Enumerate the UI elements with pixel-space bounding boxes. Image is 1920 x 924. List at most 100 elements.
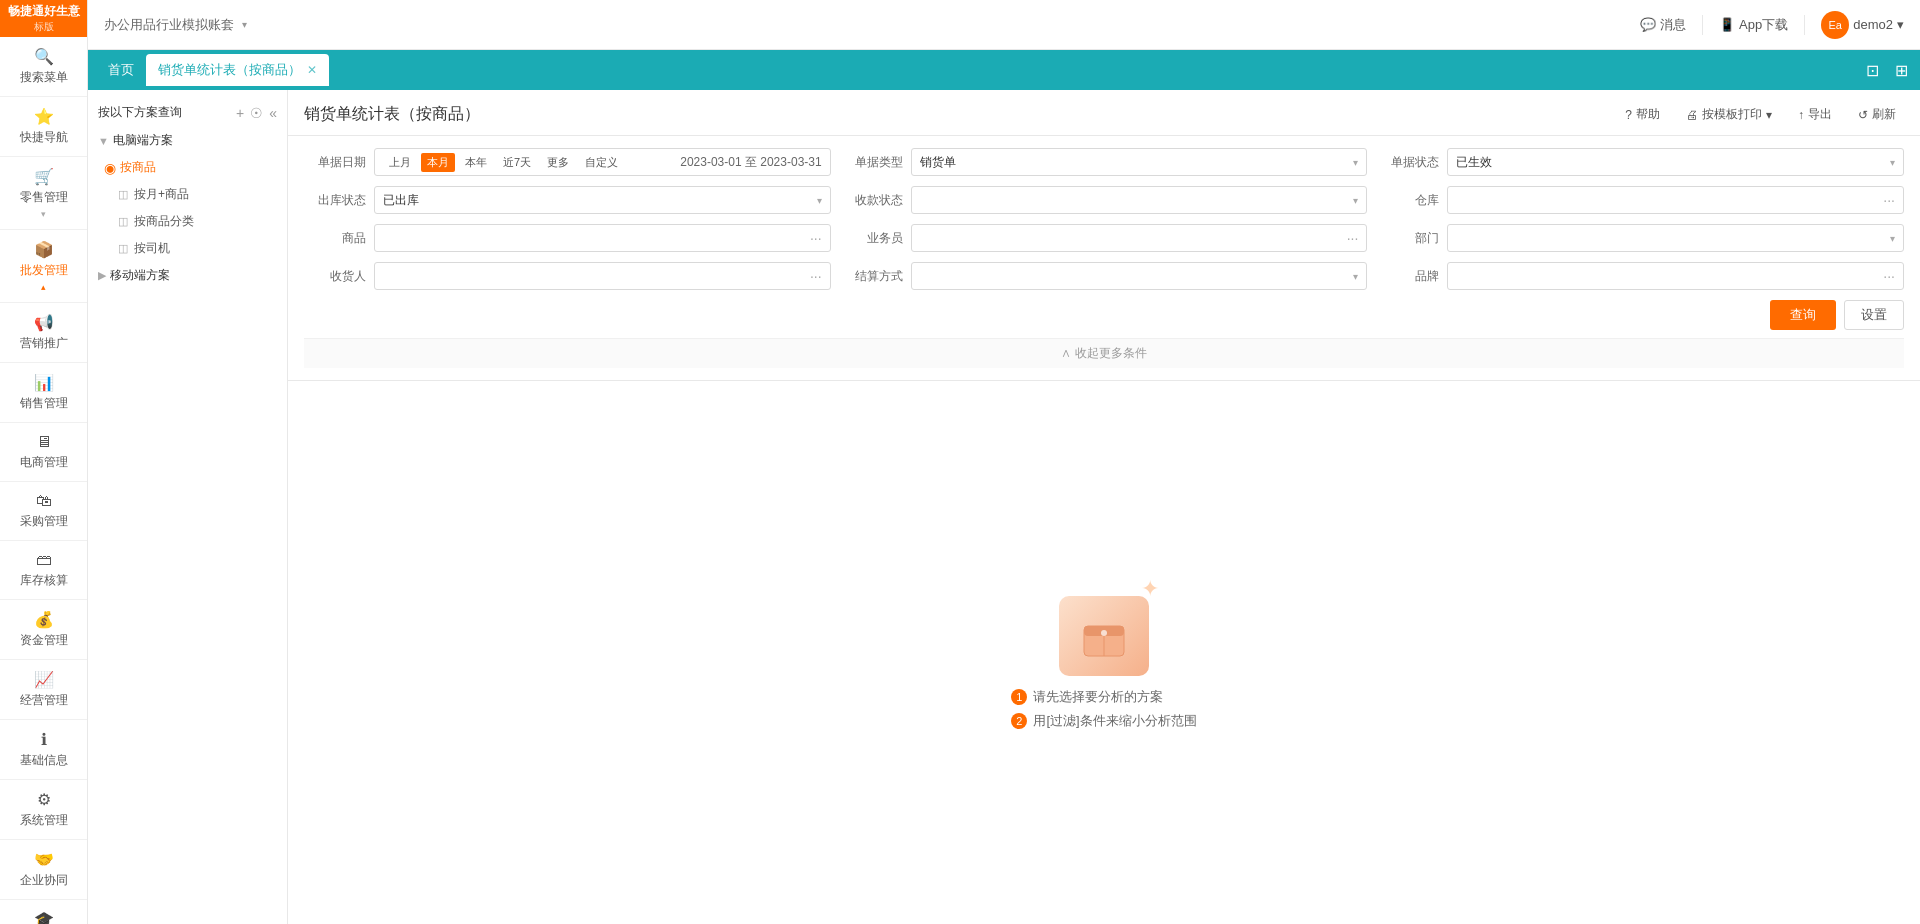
tab-home[interactable]: 首页 [96,54,146,86]
sidebar-item-collab[interactable]: 🤝 企业协同 [0,840,87,900]
panel-collapse-icon[interactable]: « [269,105,277,121]
sidebar-item-wholesale[interactable]: 📦 批发管理 ▴ [0,230,87,303]
docstatus-filter-field[interactable]: 已生效 ▾ [1447,148,1904,176]
empty-tip-1: 1 请先选择要分析的方案 [1011,688,1196,706]
driver-icon: ◫ [118,242,128,255]
query-button[interactable]: 查询 [1770,300,1836,330]
left-panel-header: 按以下方案查询 + ☉ « [88,98,287,127]
refresh-icon: ↺ [1858,108,1868,122]
date-tab-thisyear[interactable]: 本年 [459,153,493,172]
docstatus-value: 已生效 [1456,154,1890,171]
settlement-filter-label: 结算方式 [841,268,911,285]
receiver-dots: ··· [810,268,822,284]
filter-docstatus-item: 单据状态 已生效 ▾ [1377,148,1904,176]
panel-add-icon[interactable]: + [236,105,244,121]
tree-section-mobile[interactable]: ▶ 移动端方案 [88,262,287,289]
search-icon: 🔍 [34,47,54,66]
sidebar-item-label: 系统管理 [20,812,68,829]
date-tab-more[interactable]: 更多 [541,153,575,172]
receipt-filter-field[interactable]: ▾ [911,186,1368,214]
tab-close-icon[interactable]: ✕ [307,63,317,77]
receiver-filter-field[interactable]: ··· [374,262,831,290]
empty-state: ✦ 1 请先选择要分析的方案 2 用[过滤]条件来缩小分析范围 [288,381,1920,924]
tree-item-month-goods[interactable]: ◫ 按月+商品 [88,181,287,208]
goods-dots: ··· [810,230,822,246]
tab-sales-stats[interactable]: 销货单统计表（按商品） ✕ [146,54,329,86]
app-download-btn[interactable]: 📱 App下载 [1719,16,1788,34]
doctype-filter-field[interactable]: 销货单 ▾ [911,148,1368,176]
help-btn[interactable]: ? 帮助 [1617,102,1668,127]
user-avatar-btn[interactable]: Ea demo2 ▾ [1821,11,1904,39]
sales-icon: 📊 [34,373,54,392]
sidebar-item-marketing[interactable]: 📢 营销推广 [0,303,87,363]
sidebar-item-guide[interactable]: 🎓 新手引导 [0,900,87,924]
date-tab-thismonth[interactable]: 本月 [421,153,455,172]
goods-filter-field[interactable]: ··· [374,224,831,252]
panel-title: 按以下方案查询 [98,104,182,121]
tab-minimize-btn[interactable]: ⊡ [1862,57,1883,84]
warehouse-filter-field[interactable]: 已出库 ▾ [374,186,831,214]
warehouse-filter-label: 出库状态 [304,192,374,209]
message-btn[interactable]: 💬 消息 [1640,16,1686,34]
sidebar-item-search[interactable]: 🔍 搜索菜单 [0,37,87,97]
sidebar-item-purchase[interactable]: 🛍 采购管理 [0,482,87,541]
brand-filter-label: 品牌 [1377,268,1447,285]
doctype-value: 销货单 [920,154,1354,171]
settlement-filter-field[interactable]: ▾ [911,262,1368,290]
sidebar-item-finance[interactable]: 💰 资金管理 [0,600,87,660]
filter-date-item: 单据日期 上月 本月 本年 近7天 更多 自定义 2023-03-01 至 20… [304,148,831,176]
finance-icon: 💰 [34,610,54,629]
export-btn[interactable]: ↑ 导出 [1790,102,1840,127]
goods-filter-label: 商品 [304,230,374,247]
radio-icon: ◉ [104,160,116,176]
refresh-btn[interactable]: ↺ 刷新 [1850,102,1904,127]
print-btn[interactable]: 🖨 按模板打印 ▾ [1678,102,1780,127]
storage-filter-field[interactable]: ··· [1447,186,1904,214]
svg-point-3 [1101,630,1107,636]
sidebar-item-ecommerce[interactable]: 🖥 电商管理 [0,423,87,482]
empty-tip-2: 2 用[过滤]条件来缩小分析范围 [1011,712,1196,730]
date-tab-custom[interactable]: 自定义 [579,153,624,172]
tree-item-driver[interactable]: ◫ 按司机 [88,235,287,262]
date-filter-field[interactable]: 上月 本月 本年 近7天 更多 自定义 2023-03-01 至 2023-03… [374,148,831,176]
collab-icon: 🤝 [34,850,54,869]
dept-filter-field[interactable]: ▾ [1447,224,1904,252]
avatar-text: Ea [1829,19,1842,31]
sidebar-item-basic-info[interactable]: ℹ 基础信息 [0,720,87,780]
sidebar-item-label: 经营管理 [20,692,68,709]
date-range-text: 2023-03-01 至 2023-03-31 [680,154,821,171]
operations-icon: 📈 [34,670,54,689]
sidebar-item-operations[interactable]: 📈 经营管理 [0,660,87,720]
settlement-arrow: ▾ [1353,271,1358,282]
docstatus-filter-label: 单据状态 [1377,154,1447,171]
date-tab-lastmonth[interactable]: 上月 [383,153,417,172]
tree-item-by-goods[interactable]: ◉ 按商品 [88,154,287,181]
receipt-arrow: ▾ [1353,195,1358,206]
settings-button[interactable]: 设置 [1844,300,1904,330]
sidebar-item-label: 电商管理 [20,454,68,471]
sidebar: 畅捷通好生意 标版 🔍 搜索菜单 ⭐ 快捷导航 🛒 零售管理 ▾ 📦 批发管理 … [0,0,88,924]
sidebar-item-retail[interactable]: 🛒 零售管理 ▾ [0,157,87,230]
guide-icon: 🎓 [34,910,54,924]
salesperson-filter-field[interactable]: ··· [911,224,1368,252]
sidebar-item-system[interactable]: ⚙ 系统管理 [0,780,87,840]
app-download-label: App下载 [1739,16,1788,34]
brand-filter-field[interactable]: ··· [1447,262,1904,290]
sidebar-item-sales[interactable]: 📊 销售管理 [0,363,87,423]
help-icon: ? [1625,108,1632,122]
sidebar-item-quicknav[interactable]: ⭐ 快捷导航 [0,97,87,157]
collapse-bar[interactable]: ∧ 收起更多条件 [304,338,1904,368]
expand-icon-active: ▴ [41,282,46,292]
main-area: 办公用品行业模拟账套 ▾ 💬 消息 📱 App下载 Ea demo2 ▾ [88,0,1920,924]
date-filter-label: 单据日期 [304,154,374,171]
tab-maximize-btn[interactable]: ⊞ [1891,57,1912,84]
tree-section-pc[interactable]: ▼ 电脑端方案 [88,127,287,154]
panel-edit-icon[interactable]: ☉ [250,105,263,121]
tree-item-goods-category[interactable]: ◫ 按商品分类 [88,208,287,235]
industry-dropdown-arrow[interactable]: ▾ [242,19,247,30]
sparkle-icon: ✦ [1141,576,1159,602]
sidebar-item-inventory[interactable]: 🗃 库存核算 [0,541,87,600]
filter-storage-item: 仓库 ··· [1377,186,1904,214]
sidebar-item-label: 搜索菜单 [20,69,68,86]
date-tab-7days[interactable]: 近7天 [497,153,537,172]
